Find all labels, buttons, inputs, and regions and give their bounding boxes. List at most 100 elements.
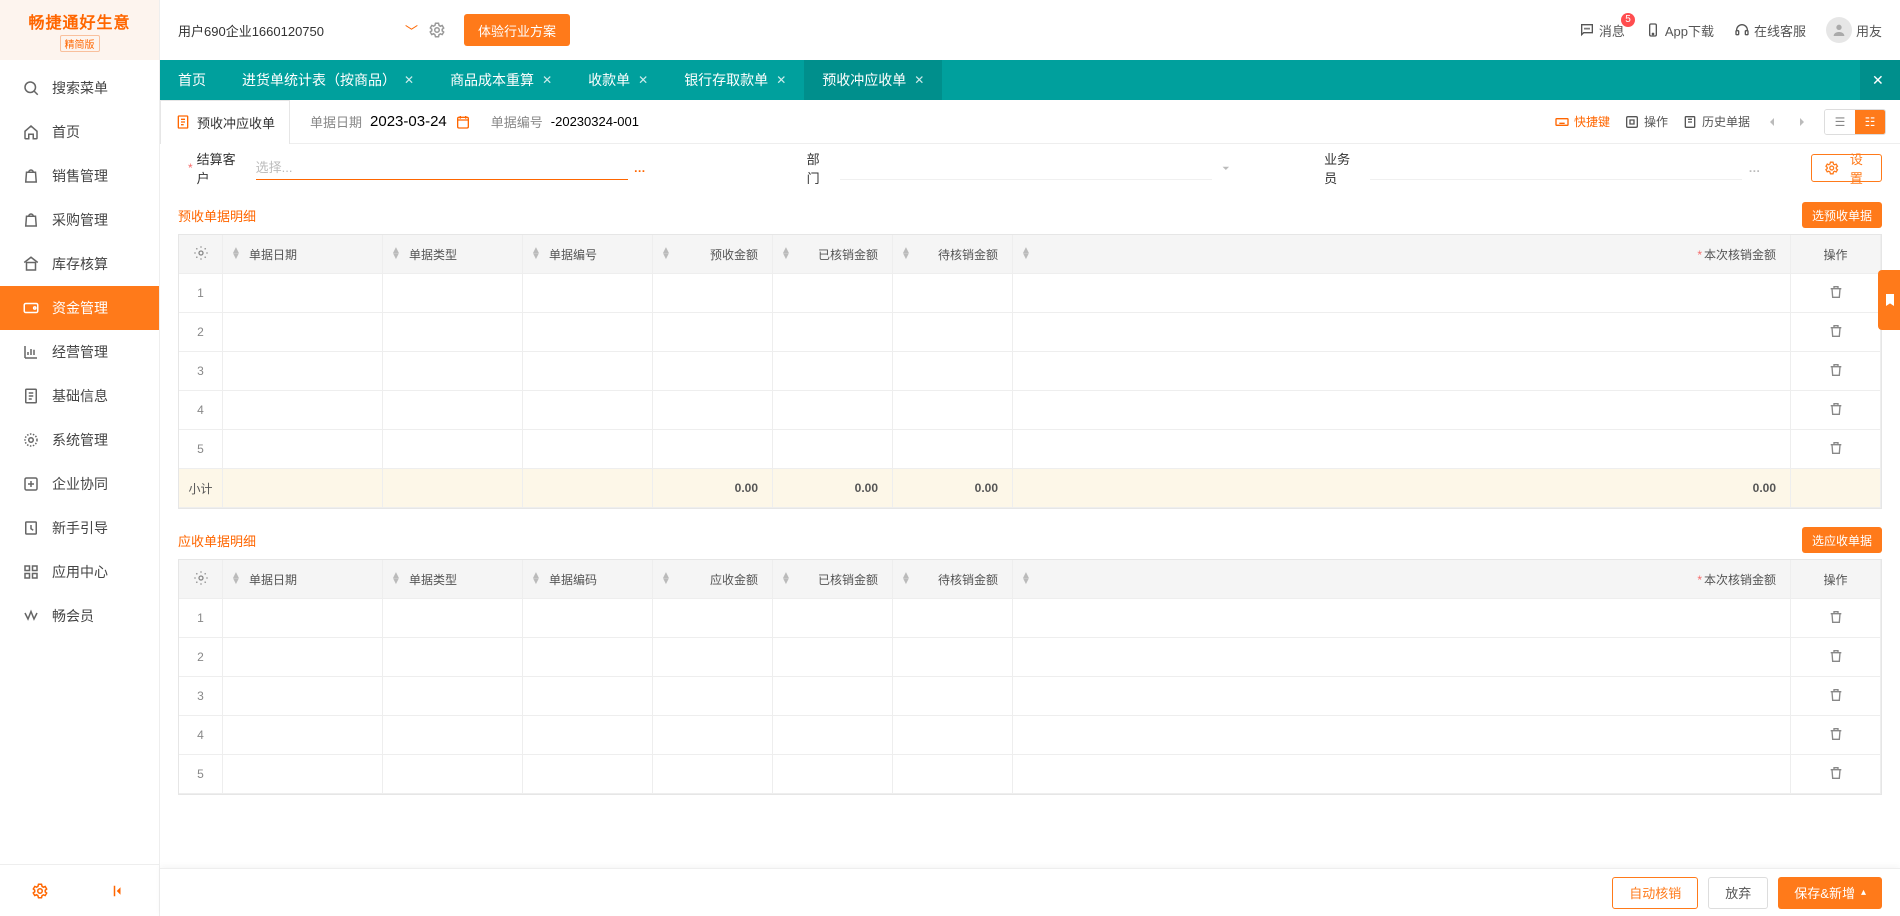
- close-icon[interactable]: ✕: [404, 73, 414, 87]
- salesperson-input[interactable]: [1370, 156, 1742, 180]
- sidebar-item-label: 采购管理: [52, 210, 108, 230]
- recv-col-date[interactable]: ▲▼单据日期: [223, 560, 383, 599]
- prepay-col-pending[interactable]: ▲▼待核销金额: [893, 235, 1013, 274]
- app-download-link[interactable]: App下载: [1645, 21, 1714, 40]
- bag-icon: [22, 167, 40, 185]
- customer-more-icon[interactable]: …: [634, 161, 647, 175]
- collapse-icon[interactable]: [110, 882, 128, 900]
- trash-icon[interactable]: [1828, 687, 1844, 703]
- table-row[interactable]: 3: [179, 677, 1881, 716]
- sidebar-item-3[interactable]: 采购管理: [0, 198, 159, 242]
- sort-icon: ▲▼: [1021, 248, 1031, 260]
- user-menu[interactable]: 用友: [1826, 17, 1882, 43]
- history-button[interactable]: 历史单据: [1682, 113, 1750, 130]
- prev-icon[interactable]: [1764, 114, 1780, 130]
- trash-icon[interactable]: [1828, 401, 1844, 417]
- prepay-col-this[interactable]: ▲▼*本次核销金额: [1013, 235, 1791, 274]
- next-icon[interactable]: [1794, 114, 1810, 130]
- calendar-icon[interactable]: [455, 114, 471, 130]
- trash-icon[interactable]: [1828, 726, 1844, 742]
- department-input[interactable]: [840, 156, 1212, 180]
- tab-5[interactable]: 预收冲应收单✕: [804, 60, 942, 100]
- tab-label: 进货单统计表（按商品）: [242, 70, 396, 90]
- close-icon[interactable]: ✕: [914, 73, 924, 87]
- discard-button[interactable]: 放弃: [1708, 877, 1768, 909]
- recv-col-no[interactable]: ▲▼单据编码: [523, 560, 653, 599]
- table-row[interactable]: 1: [179, 599, 1881, 638]
- enterprise-selector[interactable]: 用户690企业1660120750 ﹀: [178, 19, 418, 41]
- recv-gear-col[interactable]: [179, 560, 223, 599]
- recv-col-pending[interactable]: ▲▼待核销金额: [893, 560, 1013, 599]
- trash-icon[interactable]: [1828, 440, 1844, 456]
- tab-2[interactable]: 商品成本重算✕: [432, 60, 570, 100]
- select-receivable-button[interactable]: 选应收单据: [1802, 527, 1882, 553]
- sidebar-item-0[interactable]: 搜索菜单: [0, 66, 159, 110]
- prepay-col-written[interactable]: ▲▼已核销金额: [773, 235, 893, 274]
- sidebar-item-5[interactable]: 资金管理: [0, 286, 159, 330]
- view-toggle[interactable]: ☰ ☷: [1824, 109, 1886, 135]
- sidebar-item-4[interactable]: 库存核算: [0, 242, 159, 286]
- tab-0[interactable]: 首页: [160, 60, 224, 100]
- prepay-gear-col[interactable]: [179, 235, 223, 274]
- save-new-button[interactable]: 保存&新增 ▴: [1778, 877, 1882, 909]
- topbar-gear-icon[interactable]: [428, 21, 446, 39]
- prepay-col-date[interactable]: ▲▼单据日期: [223, 235, 383, 274]
- close-icon[interactable]: ✕: [776, 73, 786, 87]
- detail-view-icon[interactable]: ☷: [1855, 110, 1885, 134]
- messages-link[interactable]: 消息 5: [1579, 21, 1625, 40]
- sidebar-item-1[interactable]: 首页: [0, 110, 159, 154]
- trash-icon[interactable]: [1828, 648, 1844, 664]
- tabs-close-button[interactable]: ✕: [1860, 60, 1900, 100]
- recv-col-written[interactable]: ▲▼已核销金额: [773, 560, 893, 599]
- close-icon[interactable]: ✕: [638, 73, 648, 87]
- recv-col-type[interactable]: ▲▼单据类型: [383, 560, 523, 599]
- close-icon[interactable]: ✕: [542, 73, 552, 87]
- trash-icon[interactable]: [1828, 323, 1844, 339]
- table-row[interactable]: 2: [179, 638, 1881, 677]
- prepay-col-type[interactable]: ▲▼单据类型: [383, 235, 523, 274]
- prepay-col-no[interactable]: ▲▼单据编号: [523, 235, 653, 274]
- salesperson-more-icon[interactable]: …: [1748, 161, 1761, 175]
- auto-writeoff-button[interactable]: 自动核销: [1612, 877, 1698, 909]
- sidebar-item-11[interactable]: 应用中心: [0, 550, 159, 594]
- table-row[interactable]: 3: [179, 352, 1881, 391]
- select-prepay-button[interactable]: 选预收单据: [1802, 202, 1882, 228]
- table-row[interactable]: 2: [179, 313, 1881, 352]
- table-row[interactable]: 1: [179, 274, 1881, 313]
- table-row[interactable]: 5: [179, 755, 1881, 794]
- content-scroll[interactable]: 预收单据明细 选预收单据 ▲▼单据日期 ▲▼单据类型 ▲▼单据编号 ▲▼预收金额…: [160, 192, 1900, 916]
- industry-plan-button[interactable]: 体验行业方案: [464, 14, 570, 46]
- doc-date-value[interactable]: 2023-03-24: [370, 113, 447, 130]
- customer-input[interactable]: [256, 156, 628, 180]
- operate-label: 操作: [1644, 113, 1668, 130]
- sidebar-item-9[interactable]: 企业协同: [0, 462, 159, 506]
- trash-icon[interactable]: [1828, 362, 1844, 378]
- table-row[interactable]: 4: [179, 716, 1881, 755]
- shortcut-button[interactable]: 快捷键: [1554, 113, 1610, 130]
- recv-col-this[interactable]: ▲▼*本次核销金额: [1013, 560, 1791, 599]
- tab-1[interactable]: 进货单统计表（按商品） ✕: [224, 60, 432, 100]
- sidebar-item-label: 资金管理: [52, 298, 108, 318]
- trash-icon[interactable]: [1828, 284, 1844, 300]
- floating-handle[interactable]: [1878, 270, 1900, 330]
- trash-icon[interactable]: [1828, 765, 1844, 781]
- recv-col-amount[interactable]: ▲▼应收金额: [653, 560, 773, 599]
- sidebar-item-2[interactable]: 销售管理: [0, 154, 159, 198]
- tab-4[interactable]: 银行存取款单✕: [666, 60, 804, 100]
- sidebar-item-7[interactable]: 基础信息: [0, 374, 159, 418]
- settings-icon[interactable]: [31, 882, 49, 900]
- chevron-down-icon[interactable]: [1218, 160, 1234, 176]
- operate-button[interactable]: 操作: [1624, 113, 1668, 130]
- tab-3[interactable]: 收款单✕: [570, 60, 666, 100]
- sidebar-item-8[interactable]: 系统管理: [0, 418, 159, 462]
- sidebar-item-6[interactable]: 经营管理: [0, 330, 159, 374]
- sidebar-item-12[interactable]: 畅会员: [0, 594, 159, 638]
- table-row[interactable]: 5: [179, 430, 1881, 469]
- settings-button[interactable]: 设置: [1811, 154, 1882, 182]
- list-view-icon[interactable]: ☰: [1825, 110, 1855, 134]
- prepay-col-amount[interactable]: ▲▼预收金额: [653, 235, 773, 274]
- online-service-link[interactable]: 在线客服: [1734, 21, 1806, 40]
- trash-icon[interactable]: [1828, 609, 1844, 625]
- sidebar-item-10[interactable]: 新手引导: [0, 506, 159, 550]
- table-row[interactable]: 4: [179, 391, 1881, 430]
